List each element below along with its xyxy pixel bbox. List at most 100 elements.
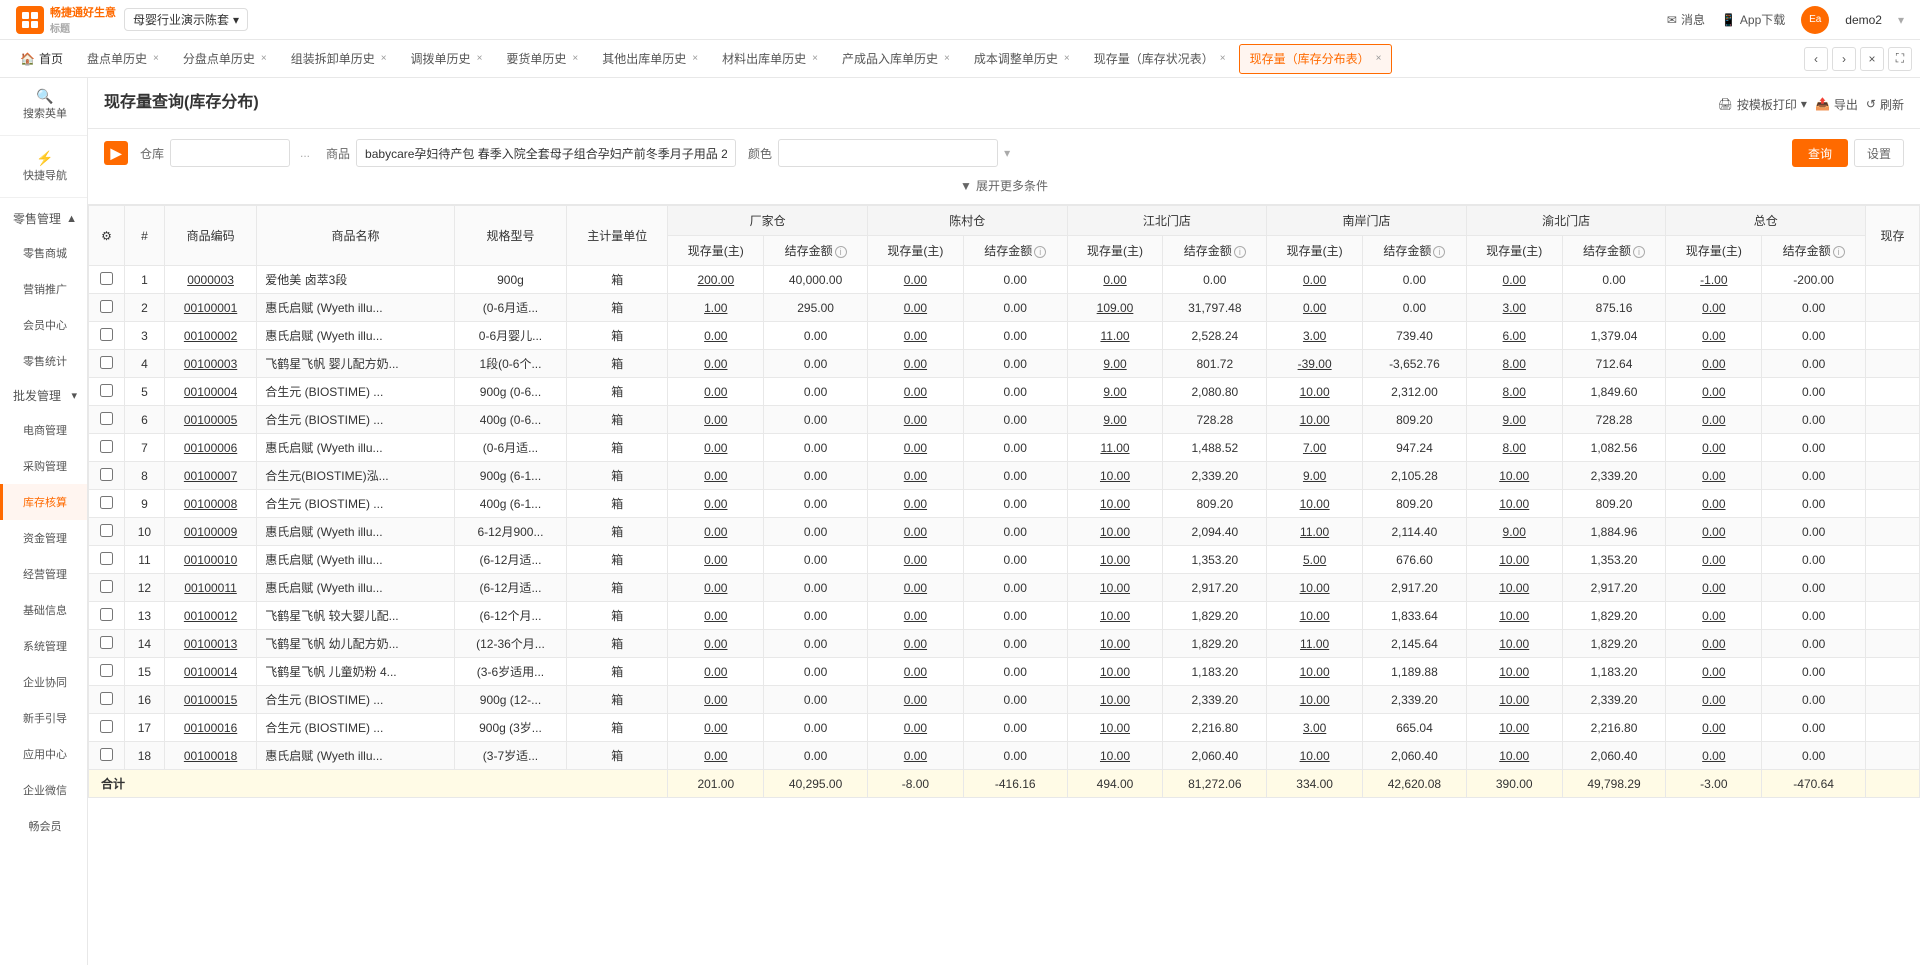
row-jbmd-qty[interactable]: 9.00 (1067, 406, 1163, 434)
row-code[interactable]: 00100003 (164, 350, 256, 378)
row-zc-qty[interactable]: 0.00 (1666, 490, 1762, 518)
sidebar-item-wholesale-mgmt[interactable]: 批发管理 ▾ (0, 379, 87, 412)
row-ybmd-qty[interactable]: 6.00 (1466, 322, 1562, 350)
tab-home[interactable]: 🏠 首页 (9, 44, 74, 74)
tab-fenpan[interactable]: 分盘点单历史 × (172, 44, 278, 74)
goods-input[interactable] (356, 139, 736, 167)
row-namd-qty[interactable]: 10.00 (1267, 686, 1363, 714)
row-ccc-qty[interactable]: 0.00 (867, 378, 963, 406)
close-icon[interactable]: × (261, 53, 267, 64)
row-checkbox[interactable] (89, 434, 125, 462)
color-input[interactable] (778, 139, 998, 167)
row-namd-qty[interactable]: 10.00 (1267, 378, 1363, 406)
row-code[interactable]: 00100015 (164, 686, 256, 714)
tab-chenben[interactable]: 成本调整单历史 × (963, 44, 1081, 74)
row-ccc-qty[interactable]: 0.00 (867, 574, 963, 602)
row-checkbox[interactable] (89, 406, 125, 434)
row-cjc-qty[interactable]: 0.00 (668, 714, 764, 742)
tab-stocktake[interactable]: 盘点单历史 × (76, 44, 170, 74)
row-code[interactable]: 00100007 (164, 462, 256, 490)
row-zc-qty[interactable]: 0.00 (1666, 378, 1762, 406)
row-namd-qty[interactable]: 0.00 (1267, 266, 1363, 294)
row-checkbox[interactable] (89, 518, 125, 546)
row-namd-qty[interactable]: 10.00 (1267, 406, 1363, 434)
info-icon[interactable]: i (1433, 246, 1445, 258)
row-ybmd-qty[interactable]: 9.00 (1466, 518, 1562, 546)
sidebar-item-member-card[interactable]: 畅会员 (0, 808, 87, 844)
row-ccc-qty[interactable]: 0.00 (867, 602, 963, 630)
info-icon[interactable]: i (1034, 246, 1046, 258)
tab-kucun-dist[interactable]: 现存量（库存分布表） × (1239, 44, 1393, 74)
row-jbmd-qty[interactable]: 10.00 (1067, 630, 1163, 658)
refresh-button[interactable]: ↺ 刷新 (1866, 96, 1904, 113)
tab-kucun-status[interactable]: 现存量（库存状况表） × (1083, 44, 1237, 74)
row-zc-qty[interactable]: 0.00 (1666, 602, 1762, 630)
close-icon[interactable]: × (1064, 53, 1070, 64)
sidebar-item-enterprise[interactable]: 企业协同 (0, 664, 87, 700)
row-jbmd-qty[interactable]: 10.00 (1067, 574, 1163, 602)
row-ccc-qty[interactable]: 0.00 (867, 658, 963, 686)
row-code[interactable]: 00100005 (164, 406, 256, 434)
row-cjc-qty[interactable]: 0.00 (668, 518, 764, 546)
row-checkbox[interactable] (89, 574, 125, 602)
row-jbmd-qty[interactable]: 10.00 (1067, 546, 1163, 574)
row-ccc-qty[interactable]: 0.00 (867, 490, 963, 518)
row-namd-qty[interactable]: 3.00 (1267, 322, 1363, 350)
row-zc-qty[interactable]: -1.00 (1666, 266, 1762, 294)
row-namd-qty[interactable]: 5.00 (1267, 546, 1363, 574)
row-jbmd-qty[interactable]: 9.00 (1067, 350, 1163, 378)
row-checkbox[interactable] (89, 294, 125, 322)
row-ccc-qty[interactable]: 0.00 (867, 266, 963, 294)
row-ybmd-qty[interactable]: 9.00 (1466, 406, 1562, 434)
row-zc-qty[interactable]: 0.00 (1666, 518, 1762, 546)
row-cjc-qty[interactable]: 0.00 (668, 406, 764, 434)
tab-yaohuo[interactable]: 要货单历史 × (495, 44, 589, 74)
row-ccc-qty[interactable]: 0.00 (867, 686, 963, 714)
row-jbmd-qty[interactable]: 0.00 (1067, 266, 1163, 294)
row-namd-qty[interactable]: -39.00 (1267, 350, 1363, 378)
row-code[interactable]: 00100014 (164, 658, 256, 686)
row-cjc-qty[interactable]: 0.00 (668, 462, 764, 490)
row-namd-qty[interactable]: 10.00 (1267, 742, 1363, 770)
row-code[interactable]: 00100010 (164, 546, 256, 574)
sidebar-item-member[interactable]: 会员中心 (0, 307, 87, 343)
row-code[interactable]: 00100004 (164, 378, 256, 406)
row-cjc-qty[interactable]: 0.00 (668, 658, 764, 686)
row-cjc-qty[interactable]: 0.00 (668, 686, 764, 714)
settings-icon[interactable]: ⚙ (101, 229, 112, 243)
sidebar-item-retail-stats[interactable]: 零售统计 (0, 343, 87, 379)
row-jbmd-qty[interactable]: 10.00 (1067, 686, 1163, 714)
row-jbmd-qty[interactable]: 10.00 (1067, 602, 1163, 630)
row-ybmd-qty[interactable]: 3.00 (1466, 294, 1562, 322)
row-jbmd-qty[interactable]: 10.00 (1067, 714, 1163, 742)
row-code[interactable]: 00100001 (164, 294, 256, 322)
row-checkbox[interactable] (89, 350, 125, 378)
sidebar-item-operations[interactable]: 经营管理 (0, 556, 87, 592)
row-cjc-qty[interactable]: 0.00 (668, 546, 764, 574)
tab-cailiaochu[interactable]: 材料出库单历史 × (711, 44, 829, 74)
row-jbmd-qty[interactable]: 10.00 (1067, 462, 1163, 490)
row-checkbox[interactable] (89, 714, 125, 742)
close-icon[interactable]: × (692, 53, 698, 64)
row-namd-qty[interactable]: 10.00 (1267, 658, 1363, 686)
row-jbmd-qty[interactable]: 10.00 (1067, 518, 1163, 546)
row-ybmd-qty[interactable]: 10.00 (1466, 630, 1562, 658)
row-code[interactable]: 00100016 (164, 714, 256, 742)
row-jbmd-qty[interactable]: 10.00 (1067, 490, 1163, 518)
tab-prev-button[interactable]: ‹ (1804, 47, 1828, 71)
filter-expand-button[interactable]: ▶ (104, 141, 128, 165)
row-zc-qty[interactable]: 0.00 (1666, 434, 1762, 462)
row-ybmd-qty[interactable]: 10.00 (1466, 490, 1562, 518)
avatar[interactable]: Ea (1801, 6, 1829, 34)
close-icon[interactable]: × (944, 53, 950, 64)
row-namd-qty[interactable]: 0.00 (1267, 294, 1363, 322)
row-checkbox[interactable] (89, 490, 125, 518)
row-jbmd-qty[interactable]: 11.00 (1067, 434, 1163, 462)
tab-close-all-button[interactable]: × (1860, 47, 1884, 71)
chevron-down-icon-color[interactable]: ▾ (1004, 146, 1010, 160)
sidebar-item-retail-shop[interactable]: 零售商城 (0, 235, 87, 271)
row-code[interactable]: 00100009 (164, 518, 256, 546)
tab-qitachu[interactable]: 其他出库单历史 × (591, 44, 709, 74)
print-button[interactable]: 🖨 按模板打印 ▾ (1718, 96, 1807, 113)
row-ybmd-qty[interactable]: 10.00 (1466, 462, 1562, 490)
